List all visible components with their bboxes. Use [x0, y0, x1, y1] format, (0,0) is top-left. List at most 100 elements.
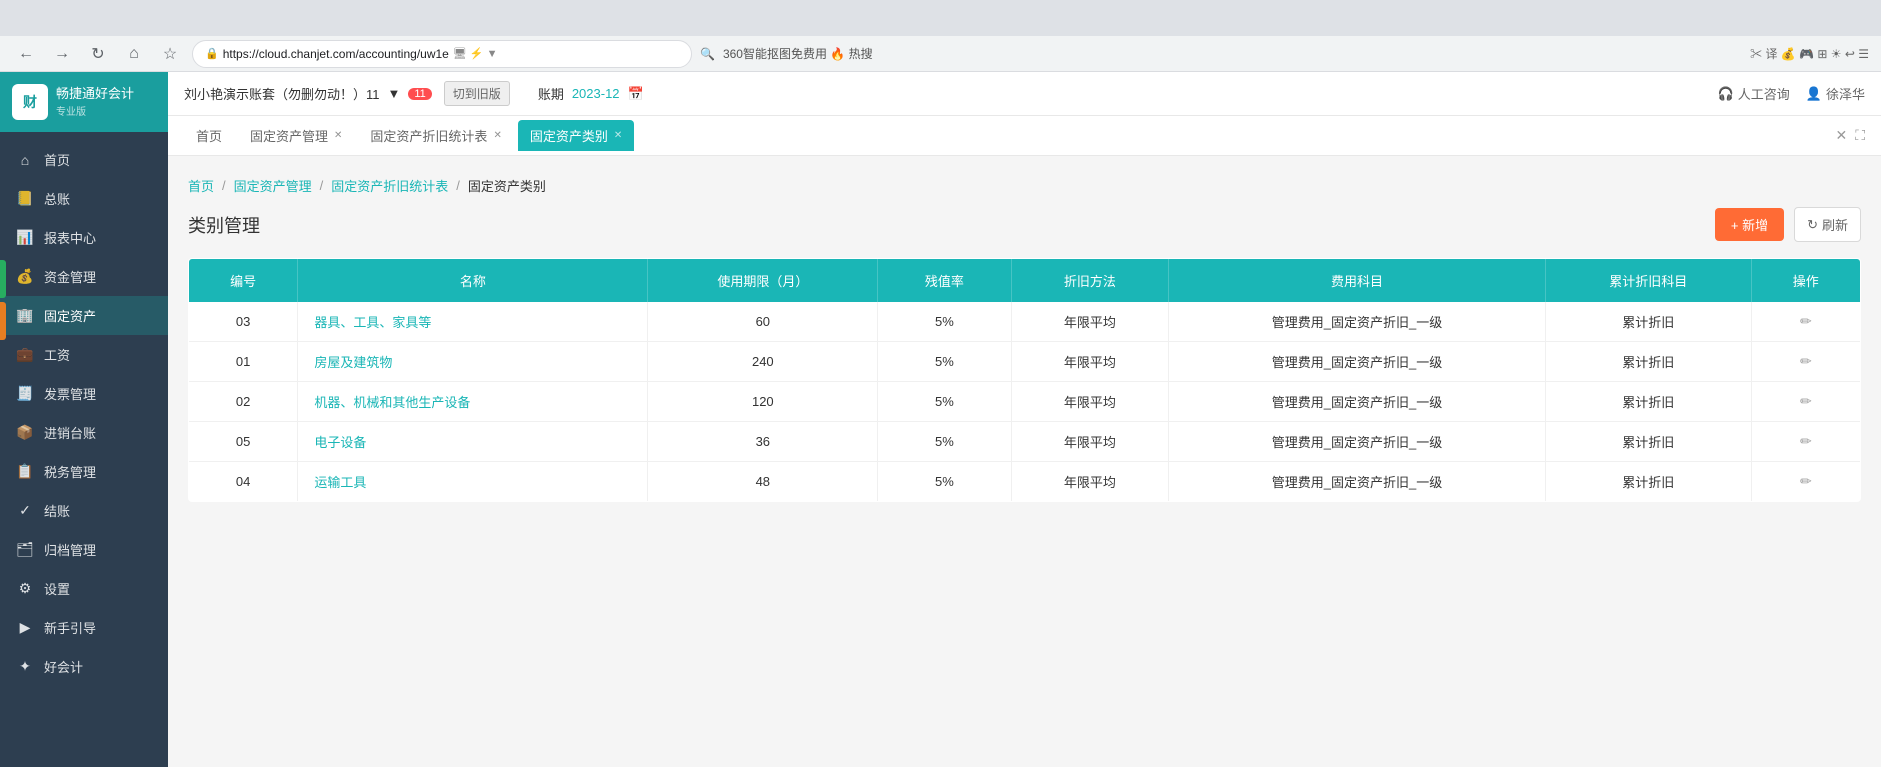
cell-name-4: 运输工具 [298, 462, 648, 502]
name-link-2[interactable]: 机器、机械和其他生产设备 [314, 395, 470, 410]
breadcrumb-home[interactable]: 首页 [188, 176, 214, 195]
tab-label-fixed-asset-mgmt: 固定资产管理 [250, 126, 328, 145]
service-button[interactable]: 🎧 人工咨询 [1718, 84, 1790, 103]
sidebar-icon-inventory: 📦 [16, 424, 34, 442]
tab-label-depreciation-stats: 固定资产折旧统计表 [370, 126, 487, 145]
page-title: 类别管理 [188, 212, 260, 238]
edit-button-4[interactable]: ✏ [1800, 473, 1812, 489]
company-dropdown-icon[interactable]: ▼ [388, 86, 401, 101]
sidebar-item-ledger[interactable]: 📒 总账 [0, 179, 168, 218]
cell-residual-1: 5% [878, 342, 1011, 382]
col-残值率: 残值率 [878, 259, 1011, 303]
cell-period-4: 48 [648, 462, 878, 502]
home-button[interactable]: ⌂ [120, 40, 148, 68]
sidebar-item-checkout[interactable]: ✓ 结账 [0, 491, 168, 530]
tab-close-fixed-asset-mgmt[interactable]: ✕ [334, 130, 342, 141]
period-label: 账期 [538, 84, 564, 103]
cell-method-4: 年限平均 [1011, 462, 1168, 502]
sidebar-menu: ⌂ 首页 📒 总账 📊 报表中心 💰 资金管理 🏢 固定资产 💼 工资 🧾 发票… [0, 132, 168, 767]
refresh-page-button[interactable]: ↻ 刷新 [1794, 207, 1861, 242]
sidebar-item-partner[interactable]: ✦ 好会计 [0, 647, 168, 686]
edit-button-1[interactable]: ✏ [1800, 353, 1812, 369]
tab-depreciation-stats[interactable]: 固定资产折旧统计表 ✕ [358, 120, 513, 151]
browser-tab-bar [0, 0, 1881, 36]
refresh-icon: ↻ [1807, 217, 1818, 233]
company-name: 刘小艳演示账套（勿删勿动！）11 [184, 84, 380, 103]
table-row: 01 房屋及建筑物 240 5% 年限平均 管理费用_固定资产折旧_一级 累计折… [189, 342, 1861, 382]
back-button[interactable]: ← [12, 40, 40, 68]
name-link-4[interactable]: 运输工具 [314, 475, 366, 490]
tab-close-asset-category[interactable]: ✕ [614, 130, 622, 141]
sidebar-item-salary[interactable]: 💼 工资 [0, 335, 168, 374]
cell-code-1: 01 [189, 342, 298, 382]
tab-asset-category[interactable]: 固定资产类别 ✕ [518, 120, 634, 151]
cell-code-3: 05 [189, 422, 298, 462]
breadcrumb-depreciation[interactable]: 固定资产折旧统计表 [331, 176, 448, 195]
col-使用期限（月）: 使用期限（月） [648, 259, 878, 303]
name-link-3[interactable]: 电子设备 [314, 435, 366, 450]
sidebar-item-settings[interactable]: ⚙ 设置 [0, 569, 168, 608]
tab-label-home: 首页 [196, 126, 222, 145]
tab-close-depreciation-stats[interactable]: ✕ [493, 130, 501, 141]
edit-button-0[interactable]: ✏ [1800, 313, 1812, 329]
sidebar-label-fund: 资金管理 [44, 267, 96, 286]
sidebar-label-partner: 好会计 [44, 657, 83, 676]
old-version-button[interactable]: 切到旧版 [444, 81, 510, 106]
sidebar-label-home: 首页 [44, 150, 70, 169]
sidebar-item-report[interactable]: 📊 报表中心 [0, 218, 168, 257]
sidebar-icon-fixed-asset: 🏢 [16, 307, 34, 325]
forward-button[interactable]: → [48, 40, 76, 68]
sidebar-item-archive[interactable]: 🗂 归档管理 [0, 530, 168, 569]
sidebar-label-inventory: 进销台账 [44, 423, 96, 442]
cell-expense-0: 管理费用_固定资产折旧_一级 [1169, 302, 1546, 342]
title-actions: + 新增 ↻ 刷新 [1715, 207, 1861, 242]
edit-button-3[interactable]: ✏ [1800, 433, 1812, 449]
user-info[interactable]: 👤 徐泽华 [1806, 84, 1865, 103]
sidebar-logo: 财 畅捷通好会计 专业版 [0, 72, 168, 132]
cell-action-4: ✏ [1751, 462, 1860, 502]
tab-home[interactable]: 首页 [184, 120, 234, 151]
sidebar-item-tax[interactable]: 📋 税务管理 [0, 452, 168, 491]
sidebar-item-home[interactable]: ⌂ 首页 [0, 140, 168, 179]
window-close-icon[interactable]: ✕ [1835, 127, 1847, 144]
table-row: 05 电子设备 36 5% 年限平均 管理费用_固定资产折旧_一级 累计折旧 ✏ [189, 422, 1861, 462]
sidebar-icon-report: 📊 [16, 229, 34, 247]
sidebar-icon-archive: 🗂 [16, 541, 34, 559]
name-link-1[interactable]: 房屋及建筑物 [314, 355, 392, 370]
breadcrumb-fixed-asset-mgmt[interactable]: 固定资产管理 [234, 176, 312, 195]
sidebar-label-salary: 工资 [44, 345, 70, 364]
tab-fixed-asset-mgmt[interactable]: 固定资产管理 ✕ [238, 120, 354, 151]
col-费用科目: 费用科目 [1169, 259, 1546, 303]
address-bar[interactable]: 🔒 https://cloud.chanjet.com/accounting/u… [192, 40, 692, 68]
star-button[interactable]: ☆ [156, 40, 184, 68]
sidebar-label-fixed-asset: 固定资产 [44, 306, 96, 325]
cell-name-2: 机器、机械和其他生产设备 [298, 382, 648, 422]
sidebar-label-invoice: 发票管理 [44, 384, 96, 403]
cell-expense-2: 管理费用_固定资产折旧_一级 [1169, 382, 1546, 422]
calendar-icon[interactable]: 📅 [628, 86, 644, 102]
sidebar-item-invoice[interactable]: 🧾 发票管理 [0, 374, 168, 413]
edit-button-2[interactable]: ✏ [1800, 393, 1812, 409]
sidebar-item-fixed-asset[interactable]: 🏢 固定资产 [0, 296, 168, 335]
window-maximize-icon[interactable]: ⛶ [1855, 127, 1865, 144]
cell-method-3: 年限平均 [1011, 422, 1168, 462]
browser-toolbar: ← → ↻ ⌂ ☆ 🔒 https://cloud.chanjet.com/ac… [0, 36, 1881, 72]
header-right: 🎧 人工咨询 👤 徐泽华 [1718, 84, 1865, 103]
sidebar-item-guide[interactable]: ▶ 新手引导 [0, 608, 168, 647]
cell-action-0: ✏ [1751, 302, 1860, 342]
sidebar-label-settings: 设置 [44, 579, 70, 598]
sidebar: 财 畅捷通好会计 专业版 ⌂ 首页 📒 总账 📊 报表中心 💰 资金管理 🏢 固… [0, 72, 168, 767]
refresh-button[interactable]: ↻ [84, 40, 112, 68]
app-layout: 财 畅捷通好会计 专业版 ⌂ 首页 📒 总账 📊 报表中心 💰 资金管理 🏢 固… [0, 72, 1881, 767]
search-bar[interactable]: 🔍 360智能抠图免费用 🔥 热搜 [700, 45, 1742, 62]
sidebar-item-inventory[interactable]: 📦 进销台账 [0, 413, 168, 452]
name-link-0[interactable]: 器具、工具、家具等 [314, 315, 431, 330]
cell-expense-3: 管理费用_固定资产折旧_一级 [1169, 422, 1546, 462]
sidebar-item-fund[interactable]: 💰 资金管理 [0, 257, 168, 296]
cell-residual-2: 5% [878, 382, 1011, 422]
page-title-bar: 类别管理 + 新增 ↻ 刷新 [188, 207, 1861, 242]
add-button[interactable]: + 新增 [1715, 208, 1784, 241]
logo-sub: 专业版 [56, 103, 134, 118]
breadcrumb: 首页 / 固定资产管理 / 固定资产折旧统计表 / 固定资产类别 [188, 176, 1861, 195]
col-名称: 名称 [298, 259, 648, 303]
